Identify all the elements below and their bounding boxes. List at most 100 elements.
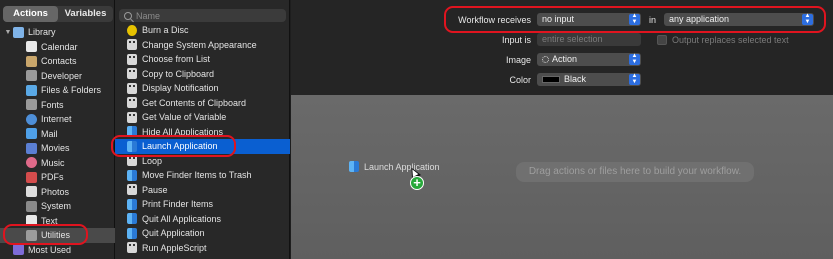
workflow-receives-value: no input [542,14,575,24]
workflow-canvas[interactable]: Launch Application + Drag actions or fil… [291,95,833,259]
action-item[interactable]: Display Notification [115,81,290,96]
dragged-action[interactable]: Launch Application [349,161,440,172]
library-item-most-used[interactable]: Most Used [0,243,115,258]
developer-icon [26,70,37,82]
robot-icon [127,111,137,123]
tab-actions[interactable]: Actions [3,6,58,22]
input-is-value: entire selection [542,34,603,44]
library-item-system[interactable]: System [0,199,115,214]
output-replaces-checkbox[interactable] [657,34,667,45]
library-item-label: PDFs [41,172,64,183]
input-is-row: Input is entire selection Output replace… [451,33,789,46]
actions-list: Burn a Disc Change System Appearance Cho… [115,23,290,255]
action-label: Pause [142,184,168,195]
library-item-label: Photos [41,186,70,197]
library-list: ▼ Library Calendar Contacts Developer Fi… [0,25,115,257]
library-item-photos[interactable]: Photos [0,185,115,200]
action-label: Get Contents of Clipboard [142,97,247,108]
finder-icon [127,227,137,239]
action-item[interactable]: Copy to Clipboard [115,67,290,82]
popup-arrows-icon: ▲ ▼ [629,73,640,85]
action-label: Change System Appearance [142,39,257,50]
library-item-label: Contacts [41,56,77,67]
fonts-icon [26,99,37,111]
globe-icon [26,113,37,125]
finder-icon [127,140,137,152]
action-item[interactable]: Change System Appearance [115,38,290,53]
library-item-internet[interactable]: Internet [0,112,115,127]
finder-icon [127,198,137,210]
application-popup[interactable]: any application ▲ ▼ [664,13,815,26]
library-item-pdfs[interactable]: PDFs [0,170,115,185]
actions-variables-segmented-control: Actions Variables [3,6,113,22]
library-item-utilities[interactable]: Utilities [0,228,115,243]
color-label: Color [509,74,531,85]
input-is-popup[interactable]: entire selection [537,33,641,46]
dragged-action-label: Launch Application [364,161,440,172]
search-icon [124,11,132,20]
library-item-fonts[interactable]: Fonts [0,98,115,113]
utilities-icon [26,229,37,241]
pdf-icon [26,171,37,183]
action-item[interactable]: Get Contents of Clipboard [115,96,290,111]
workflow-receives-popup[interactable]: no input ▲ ▼ [537,13,641,26]
popup-arrows-icon: ▲ ▼ [629,13,640,25]
library-icon [13,26,24,38]
tab-variables[interactable]: Variables [58,6,113,22]
finder-icon [349,161,359,172]
action-item[interactable]: Quit All Applications [115,212,290,227]
action-label: Burn a Disc [142,25,189,36]
action-label: Quit Application [142,228,205,239]
input-is-label: Input is [501,34,531,45]
action-item[interactable]: Hide All Applications [115,125,290,140]
action-item[interactable]: Quit Application [115,226,290,241]
library-item-label: Mail [41,128,58,139]
action-item[interactable]: Move Finder Items to Trash [115,168,290,183]
library-item-files-folders[interactable]: Files & Folders [0,83,115,98]
disclosure-triangle-icon[interactable]: ▼ [3,29,13,36]
robot-icon [127,68,137,80]
action-item-launch-application[interactable]: Launch Application [115,139,290,154]
workflow-receives-label: Workflow receives [458,14,531,25]
library-item-developer[interactable]: Developer [0,69,115,84]
action-item[interactable]: Get Value of Variable [115,110,290,125]
calendar-icon [26,41,37,53]
color-popup[interactable]: Black ▲ ▼ [537,73,641,86]
action-item[interactable]: Choose from List [115,52,290,67]
system-icon [26,200,37,212]
library-item-library[interactable]: ▼ Library [0,25,115,40]
workflow-settings-bar: Workflow receives no input ▲ ▼ in any app… [291,0,833,95]
action-item[interactable]: Loop [115,154,290,169]
library-item-movies[interactable]: Movies [0,141,115,156]
image-row: Image Action ▲ ▼ [451,53,641,66]
finder-icon [127,169,137,181]
library-item-music[interactable]: Music [0,156,115,171]
library-item-calendar[interactable]: Calendar [0,40,115,55]
robot-icon [127,155,137,167]
action-item[interactable]: Pause [115,183,290,198]
gear-icon [542,56,549,64]
robot-icon [127,97,137,109]
biohazard-icon [127,24,137,36]
library-item-mail[interactable]: Mail [0,127,115,142]
action-item[interactable]: Run AppleScript [115,241,290,256]
search-input[interactable]: Name [119,9,286,22]
music-icon [26,157,37,169]
workflow-receives-row: Workflow receives no input ▲ ▼ in any app… [451,13,815,26]
finder-icon [127,213,137,225]
library-item-label: Calendar [41,41,78,52]
popup-arrows-icon: ▲ ▼ [629,53,640,65]
image-popup[interactable]: Action ▲ ▼ [537,53,641,66]
action-item[interactable]: Print Finder Items [115,197,290,212]
action-label: Move Finder Items to Trash [142,170,252,181]
action-item[interactable]: Burn a Disc [115,23,290,38]
library-item-label: Most Used [28,244,72,255]
action-label: Get Value of Variable [142,112,227,123]
color-row: Color Black ▲ ▼ [451,73,641,86]
add-copy-icon: + [410,176,424,190]
robot-icon [127,82,137,94]
application-value: any application [669,14,730,24]
library-item-label: Internet [41,114,72,125]
library-item-contacts[interactable]: Contacts [0,54,115,69]
library-item-text[interactable]: Text [0,214,115,229]
